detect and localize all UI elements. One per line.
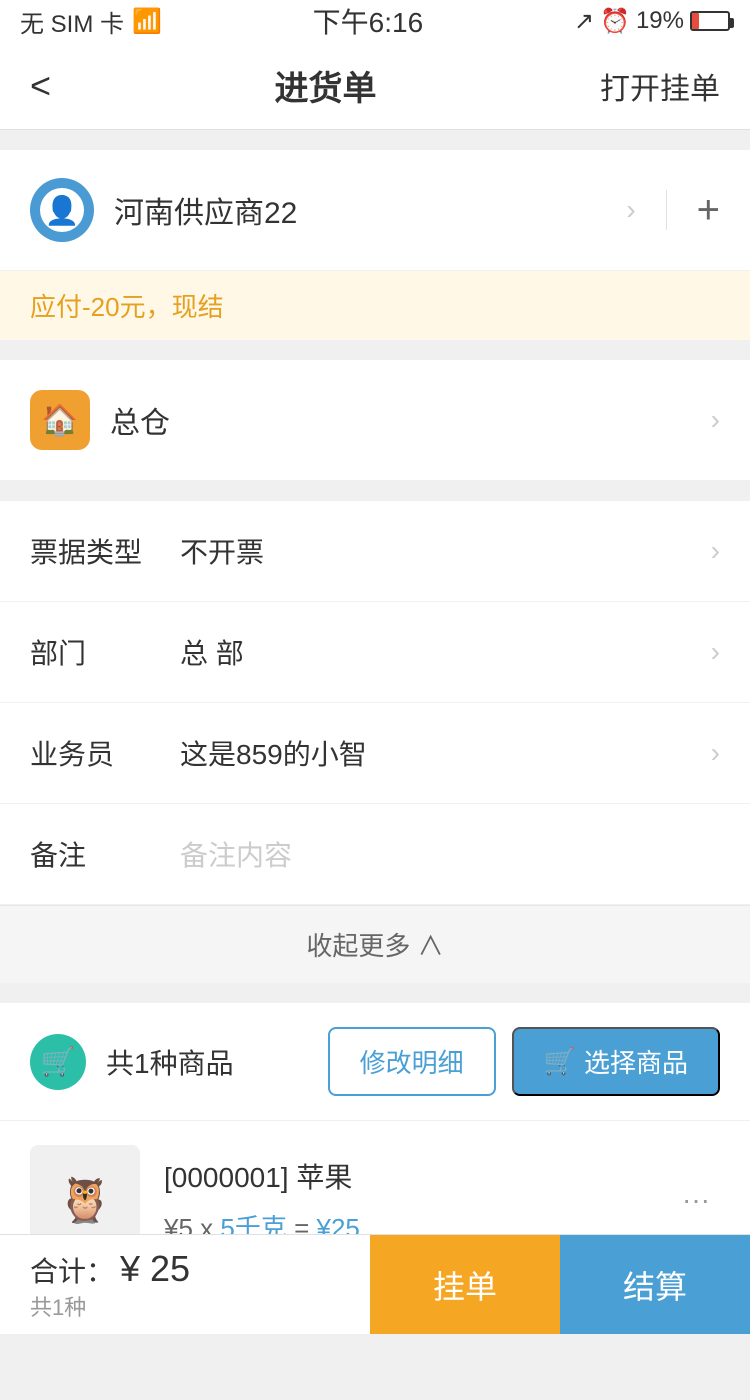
open-hang-button[interactable]: 打开挂单: [600, 64, 720, 108]
product-thumb-owl-icon: 🦉: [58, 1174, 113, 1226]
gap-3: [0, 481, 750, 501]
back-button[interactable]: <: [30, 65, 51, 107]
remark-row[interactable]: 备注 备注内容: [0, 804, 750, 905]
nav-bar: < 进货单 打开挂单: [0, 42, 750, 130]
total-amount: ¥ 25: [120, 1248, 190, 1290]
total-label: 合计：: [30, 1250, 114, 1290]
select-label: 选择商品: [584, 1043, 688, 1080]
gap-2: [0, 340, 750, 360]
status-right: ↗ ⏰ 19%: [574, 7, 730, 36]
staff-value: 这是859的小智: [160, 733, 711, 773]
bottom-bar: 合计： ¥ 25 共1种 挂单 结算: [0, 1234, 750, 1334]
warehouse-icon: 🏠: [30, 390, 90, 450]
dept-value: 总 部: [160, 632, 711, 672]
remark-input[interactable]: 备注内容: [160, 834, 720, 874]
checkout-button[interactable]: 结算: [560, 1235, 750, 1334]
select-product-button[interactable]: 🛒 选择商品: [512, 1027, 720, 1096]
product-info: [0000001] 苹果 ¥5 x 5千克 = ¥25: [164, 1156, 672, 1245]
avatar-icon: 👤: [45, 194, 80, 227]
products-count: 共1种商品: [106, 1042, 328, 1082]
collapse-label: 收起更多 ∧: [306, 931, 443, 961]
gap-4: [0, 983, 750, 1003]
remark-label: 备注: [30, 834, 160, 874]
products-icon: 🛒: [30, 1034, 86, 1090]
supplier-section: 👤 河南供应商22 › + 应付-20元，现结: [0, 150, 750, 340]
warehouse-chevron-icon: ›: [711, 404, 720, 436]
product-name: [0000001] 苹果: [164, 1156, 672, 1196]
hang-button[interactable]: 挂单: [370, 1235, 560, 1334]
warehouse-label: 总仓: [110, 398, 711, 442]
page-title: 进货单: [275, 61, 377, 110]
carrier-label: 无 SIM 卡: [20, 4, 124, 39]
invoice-row[interactable]: 票据类型 不开票 ›: [0, 501, 750, 602]
dept-row[interactable]: 部门 总 部 ›: [0, 602, 750, 703]
dept-chevron-icon: ›: [711, 636, 720, 668]
total-count: 共1种: [30, 1290, 340, 1322]
supplier-row[interactable]: 👤 河南供应商22 › +: [0, 150, 750, 271]
product-more-button[interactable]: ···: [672, 1174, 720, 1226]
product-code: [0000001] 苹果: [164, 1162, 352, 1193]
staff-chevron-icon: ›: [711, 737, 720, 769]
dept-label: 部门: [30, 632, 160, 672]
time-label: 下午6:16: [313, 1, 424, 41]
products-header: 🛒 共1种商品 修改明细 🛒 选择商品: [0, 1003, 750, 1121]
supplier-add-button[interactable]: +: [697, 188, 720, 233]
supplier-name: 河南供应商22: [114, 188, 626, 232]
total-section: 合计： ¥ 25 共1种: [0, 1235, 370, 1334]
staff-label: 业务员: [30, 733, 160, 773]
gap-1: [0, 130, 750, 150]
supplier-avatar: 👤: [30, 178, 94, 242]
supplier-hint: 应付-20元，现结: [0, 271, 750, 340]
collapse-bar[interactable]: 收起更多 ∧: [0, 905, 750, 983]
battery-icon: [690, 11, 730, 31]
staff-row[interactable]: 业务员 这是859的小智 ›: [0, 703, 750, 804]
invoice-chevron-icon: ›: [711, 535, 720, 567]
alarm-icon: ⏰: [600, 7, 630, 36]
status-bar: 无 SIM 卡 📶 下午6:16 ↗ ⏰ 19%: [0, 0, 750, 42]
location-icon: ↗: [574, 7, 594, 36]
select-icon: 🛒: [544, 1046, 576, 1077]
invoice-label: 票据类型: [30, 531, 160, 571]
invoice-value: 不开票: [160, 531, 711, 571]
main-content: 👤 河南供应商22 › + 应付-20元，现结 🏠 总仓 › 票据类型 不开票 …: [0, 130, 750, 1400]
warehouse-row[interactable]: 🏠 总仓 ›: [0, 360, 750, 481]
supplier-chevron-icon: ›: [626, 194, 635, 226]
cart-icon: 🛒: [41, 1045, 76, 1078]
form-section: 票据类型 不开票 › 部门 总 部 › 业务员 这是859的小智 › 备注 备注…: [0, 501, 750, 905]
supplier-divider: [666, 190, 667, 230]
edit-detail-button[interactable]: 修改明细: [328, 1027, 496, 1096]
wifi-icon: 📶: [132, 7, 162, 36]
battery-label: 19%: [636, 7, 684, 35]
status-left: 无 SIM 卡 📶: [20, 4, 162, 39]
